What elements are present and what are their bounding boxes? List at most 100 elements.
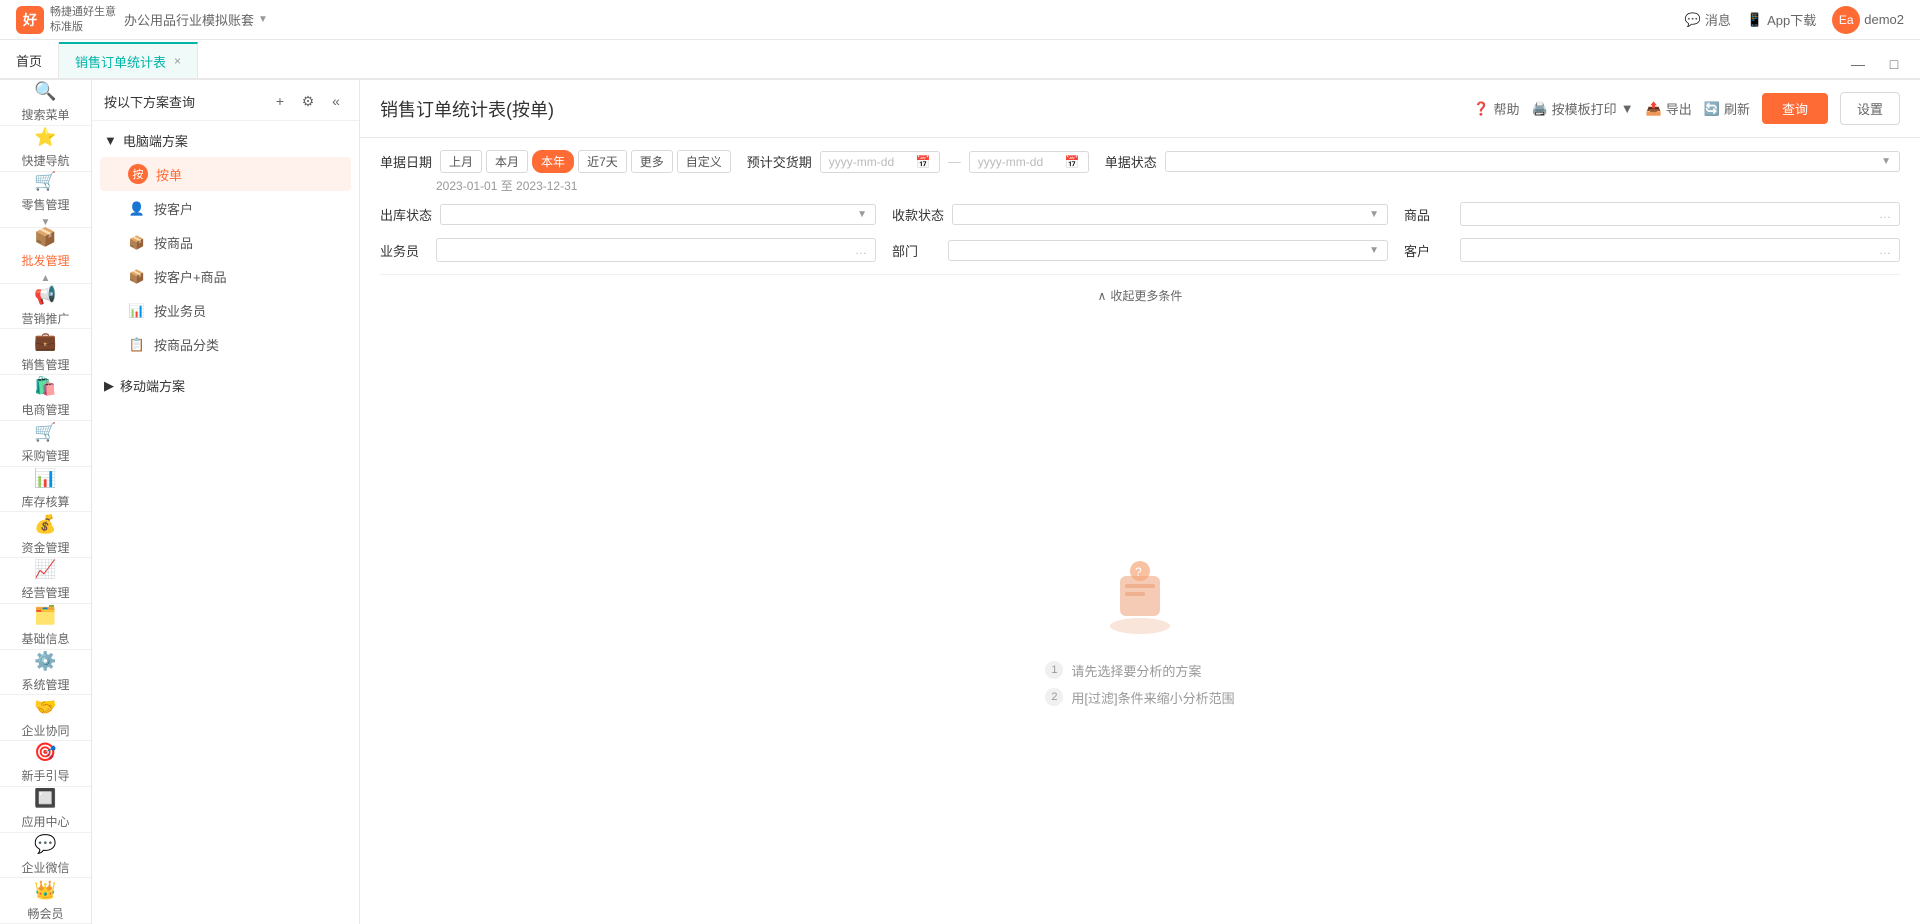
chevron-up-icon: ▲ <box>41 273 51 284</box>
sidebar-item-operations[interactable]: 📈 经营管理 <box>0 558 91 604</box>
date-btn-last-month[interactable]: 上月 <box>440 150 482 173</box>
sidebar-item-member[interactable]: 👑 畅会员 <box>0 878 91 924</box>
finance-icon: 💰 <box>34 514 56 535</box>
date-btn-this-year[interactable]: 本年 <box>532 150 574 173</box>
sidebar-item-newbie[interactable]: 🎯 新手引导 <box>0 741 91 787</box>
tabbar-right: — □ <box>1844 50 1920 78</box>
help-btn[interactable]: ❓ 帮助 <box>1473 99 1519 118</box>
payment-status-label: 收款状态 <box>892 205 944 224</box>
app-download-btn[interactable]: 📱 App下载 <box>1747 10 1816 29</box>
filter-cell-department: 部门 ▼ <box>892 240 1388 261</box>
scheme-item-by-customer[interactable]: 👤 按客户 <box>100 192 351 225</box>
status-select[interactable]: ▼ <box>1165 151 1900 172</box>
chevron-down-icon: ▼ <box>857 209 867 220</box>
user-menu[interactable]: Ea demo2 <box>1832 6 1904 34</box>
status-label: 单据状态 <box>1105 152 1157 171</box>
sidebar-item-inventory[interactable]: 📊 库存核算 <box>0 467 91 513</box>
sidebar-item-marketing[interactable]: 📢 营销推广 <box>0 284 91 330</box>
scheme-item-by-salesperson[interactable]: 📊 按业务员 <box>100 294 351 327</box>
ellipsis-icon-3[interactable]: … <box>1879 243 1891 257</box>
sidebar-shortcut[interactable]: ⭐ 快捷导航 <box>0 126 91 172</box>
messages-btn[interactable]: 💬 消息 <box>1685 10 1731 29</box>
maximize-btn[interactable]: □ <box>1880 50 1908 78</box>
customer-product-icon: 📦 <box>128 268 146 286</box>
basic-icon: 🗂️ <box>34 605 56 626</box>
sidebar-item-wechat[interactable]: 💬 企业微信 <box>0 833 91 879</box>
setting-btn[interactable]: 设置 <box>1840 92 1900 125</box>
expected-date-end[interactable]: yyyy-mm-dd 📅 <box>969 151 1089 173</box>
scheme-item-by-customer-product[interactable]: 📦 按客户+商品 <box>100 260 351 293</box>
date-btn-more[interactable]: 更多 <box>631 150 673 173</box>
payment-status-select[interactable]: ▼ <box>952 204 1388 225</box>
ellipsis-icon[interactable]: … <box>1879 207 1891 221</box>
collapse-btn[interactable]: ∧ 收起更多条件 <box>380 281 1900 310</box>
download-icon: 📱 <box>1747 12 1763 28</box>
breadcrumb: 办公用品行业模拟账套 ▼ <box>124 10 268 29</box>
date-btn-this-month[interactable]: 本月 <box>486 150 528 173</box>
marketing-icon: 📢 <box>34 285 56 306</box>
product-icon: 📦 <box>128 234 146 252</box>
tab-home[interactable]: 首页 <box>0 42 59 78</box>
collapse-bar: ∧ 收起更多条件 <box>380 274 1900 316</box>
department-label: 部门 <box>892 241 940 260</box>
delivery-status-select[interactable]: ▼ <box>440 204 876 225</box>
tab-active[interactable]: 销售订单统计表 × <box>59 42 198 78</box>
page-actions: ❓ 帮助 🖨️ 按模板打印 ▼ 📤 导出 � <box>1473 92 1900 125</box>
content-area: 按以下方案查询 + ⚙ « ▼ 电脑端方案 <box>92 80 1920 924</box>
filter-cell-date: 单据日期 上月 本月 本年 近7天 更多 自定义 <box>380 150 731 173</box>
print-icon: 🖨️ <box>1531 101 1547 117</box>
tab-close-icon[interactable]: × <box>174 54 181 68</box>
scheme-item-by-category[interactable]: 📋 按商品分类 <box>100 328 351 361</box>
date-btn-last-7days[interactable]: 近7天 <box>578 150 627 173</box>
scheme-group-header-mobile[interactable]: ▶ 移动端方案 <box>92 370 359 401</box>
sidebar-item-wholesale[interactable]: 📦 批发管理 ▲ <box>0 228 91 284</box>
sidebar-item-ecommerce[interactable]: 🛍️ 电商管理 <box>0 375 91 421</box>
left-panel-header: 按以下方案查询 + ⚙ « <box>92 80 359 121</box>
refresh-btn[interactable]: 🔄 刷新 <box>1704 99 1750 118</box>
sidebar-item-finance[interactable]: 💰 资金管理 <box>0 512 91 558</box>
sidebar-item-system[interactable]: ⚙️ 系统管理 <box>0 650 91 696</box>
customer-select[interactable]: … <box>1460 238 1900 262</box>
triangle-right-icon: ▶ <box>104 378 114 394</box>
breadcrumb-dropdown-icon[interactable]: ▼ <box>258 14 268 25</box>
left-panel-title: 按以下方案查询 <box>104 92 195 111</box>
system-icon: ⚙️ <box>34 651 56 672</box>
chevron-down-icon: ▼ <box>1621 101 1634 116</box>
plus-icon: + <box>276 93 284 109</box>
scheme-item-by-order[interactable]: 按 按单 <box>100 157 351 191</box>
scheme-item-by-product[interactable]: 📦 按商品 <box>100 226 351 259</box>
ecommerce-icon: 🛍️ <box>34 376 56 397</box>
scheme-group-header-pc[interactable]: ▼ 电脑端方案 <box>92 125 359 156</box>
ellipsis-icon-2[interactable]: … <box>855 243 867 257</box>
delivery-status-label: 出库状态 <box>380 205 432 224</box>
scheme-group-label-mobile: 移动端方案 <box>120 376 185 395</box>
salesperson-select[interactable]: … <box>436 238 876 262</box>
add-scheme-btn[interactable]: + <box>269 90 291 112</box>
salesperson-icon: 📊 <box>128 302 146 320</box>
sidebar: 🔍 搜索菜单 ⭐ 快捷导航 🛒 零售管理 ▼ 📦 批发管理 ▲ 📢 营销推广 💼… <box>0 80 92 924</box>
sidebar-item-enterprise[interactable]: 🤝 企业协同 <box>0 695 91 741</box>
settings-scheme-btn[interactable]: ⚙ <box>297 90 319 112</box>
print-template-btn[interactable]: 🖨️ 按模板打印 ▼ <box>1531 99 1633 118</box>
sidebar-item-sales[interactable]: 💼 销售管理 <box>0 329 91 375</box>
minimize-btn[interactable]: — <box>1844 50 1872 78</box>
empty-tip-1: 1 请先选择要分析的方案 <box>1045 661 1234 680</box>
sidebar-item-appcenter[interactable]: 🔲 应用中心 <box>0 787 91 833</box>
sidebar-search[interactable]: 🔍 搜索菜单 <box>0 80 91 126</box>
date-label: 单据日期 <box>380 152 432 171</box>
collapse-panel-btn[interactable]: « <box>325 90 347 112</box>
chevron-down-icon: ▼ <box>1369 209 1379 220</box>
query-btn[interactable]: 查询 <box>1762 93 1828 124</box>
department-select[interactable]: ▼ <box>948 240 1388 261</box>
tip-num-1: 1 <box>1045 661 1063 679</box>
scheme-label: 按商品 <box>154 233 193 252</box>
filter-area: 单据日期 上月 本月 本年 近7天 更多 自定义 预计交货期 <box>360 138 1920 328</box>
sidebar-item-purchase[interactable]: 🛒 采购管理 <box>0 421 91 467</box>
date-btn-custom[interactable]: 自定义 <box>677 150 731 173</box>
filter-cell-customer: 客户 … <box>1404 238 1900 262</box>
expected-date-start[interactable]: yyyy-mm-dd 📅 <box>820 151 940 173</box>
product-select[interactable]: … <box>1460 202 1900 226</box>
export-btn[interactable]: 📤 导出 <box>1646 99 1692 118</box>
sidebar-item-retail[interactable]: 🛒 零售管理 ▼ <box>0 172 91 228</box>
sidebar-item-basic[interactable]: 🗂️ 基础信息 <box>0 604 91 650</box>
